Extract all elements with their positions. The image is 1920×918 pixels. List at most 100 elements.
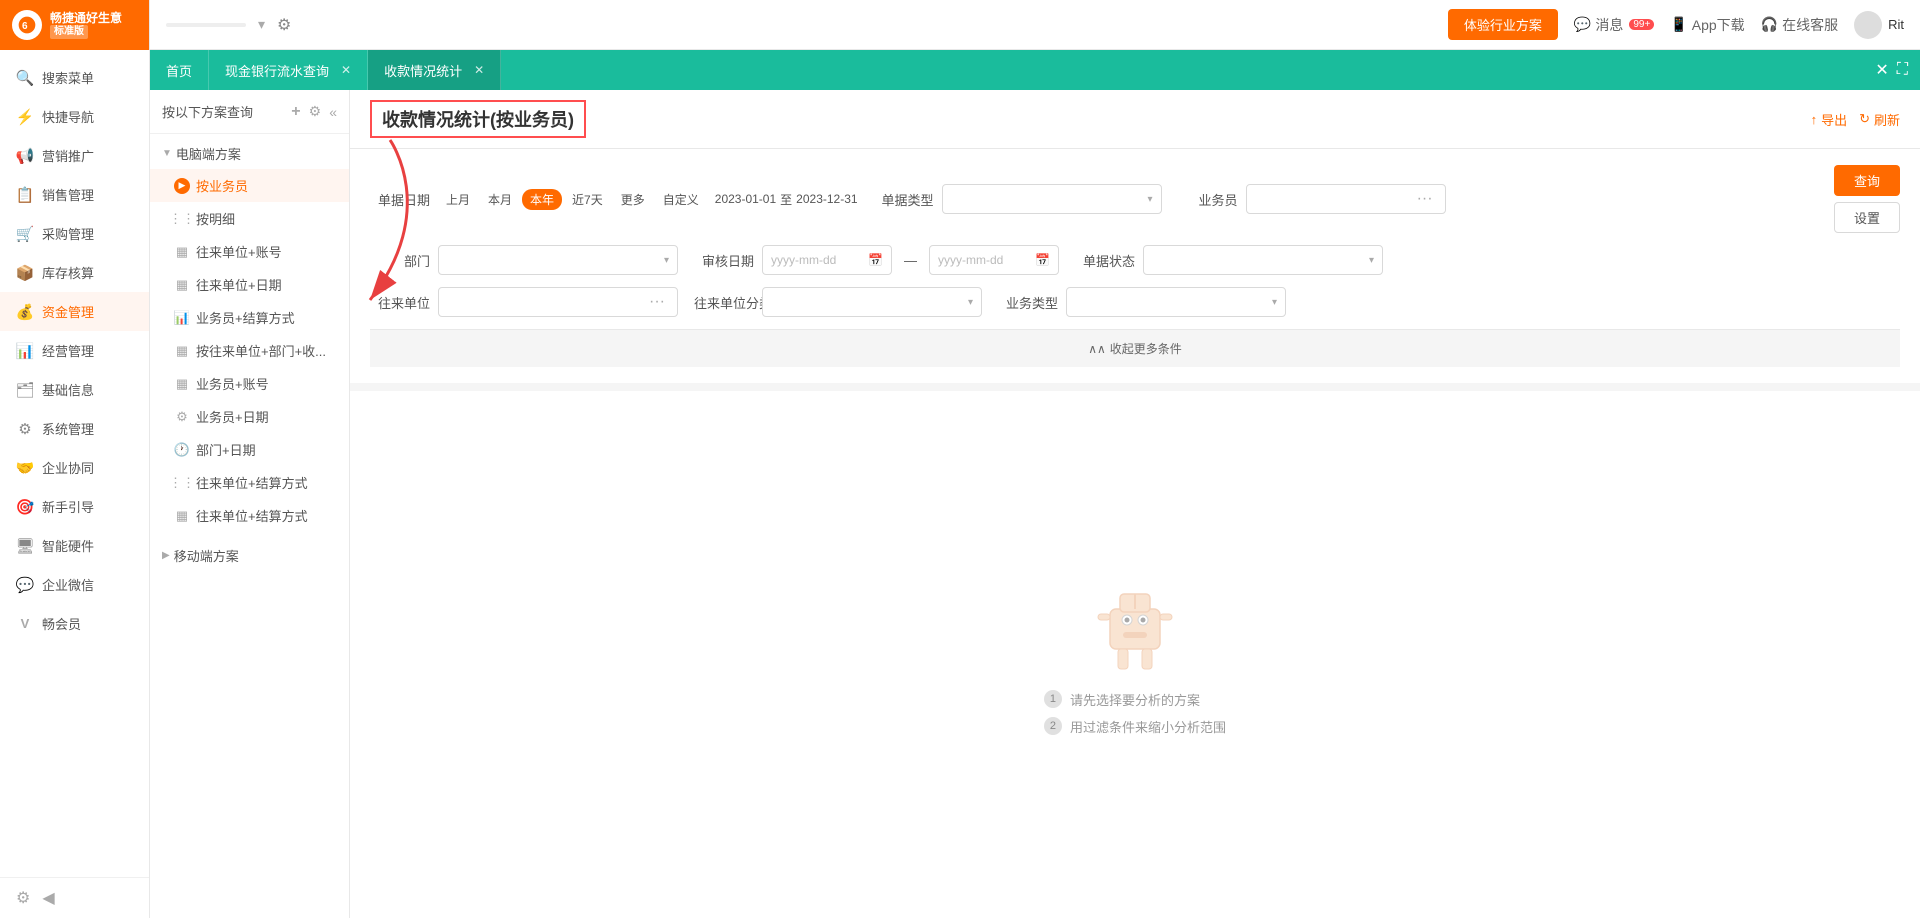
mobile-section-title[interactable]: ▶ 移动端方案 bbox=[150, 540, 349, 571]
plan-item-salesman-date[interactable]: ⚙ 业务员+日期 bbox=[150, 400, 349, 433]
plan-item-label-partner-dept: 按往来单位+部门+收... bbox=[196, 341, 326, 360]
plan-item-dept-date[interactable]: 🕐 部门+日期 bbox=[150, 433, 349, 466]
shortcut-this-year[interactable]: 本年 bbox=[522, 189, 562, 210]
partner-date-icon: ▦ bbox=[174, 277, 190, 293]
sales-icon: 📋 bbox=[16, 186, 34, 204]
shortcut-7days[interactable]: 近7天 bbox=[564, 189, 611, 210]
salesman-more-dots[interactable]: ··· bbox=[1413, 190, 1437, 208]
sidebar-item-marketing[interactable]: 📢 营销推广 bbox=[0, 136, 149, 175]
sidebar-item-label-enterprise: 企业协同 bbox=[42, 458, 94, 477]
sidebar-item-system[interactable]: ⚙ 系统管理 bbox=[0, 409, 149, 448]
top-header: ▾ ⚙ 体验行业方案 💬 消息 99+ 📱 App下载 🎧 在线客服 Rit bbox=[150, 0, 1920, 50]
shortcut-custom[interactable]: 自定义 bbox=[655, 189, 707, 210]
plan-item-partner-dept[interactable]: ▦ 按往来单位+部门+收... bbox=[150, 334, 349, 367]
guide-icon: 🎯 bbox=[16, 498, 34, 516]
calendar-icon-2[interactable]: 📅 bbox=[1035, 253, 1050, 267]
sidebar-item-guide[interactable]: 🎯 新手引导 bbox=[0, 487, 149, 526]
app-download-area[interactable]: 📱 App下载 bbox=[1670, 15, 1744, 35]
desktop-section-title[interactable]: ▼ 电脑端方案 bbox=[150, 138, 349, 169]
sidebar-item-hardware[interactable]: 🖥 智能硬件 bbox=[0, 526, 149, 565]
tab-home-label: 首页 bbox=[166, 61, 192, 80]
sidebar-item-finance[interactable]: 💰 资金管理 bbox=[0, 292, 149, 331]
sidebar-item-basic[interactable]: 🗂 基础信息 bbox=[0, 370, 149, 409]
service-label: 在线客服 bbox=[1782, 15, 1838, 35]
user-name: Rit bbox=[1888, 17, 1904, 32]
export-button[interactable]: ↑ 导出 bbox=[1811, 110, 1848, 129]
tip-num-1: 1 bbox=[1044, 690, 1062, 708]
tab-bank[interactable]: 现金银行流水查询 ✕ bbox=[209, 50, 368, 90]
purchase-icon: 🛒 bbox=[16, 225, 34, 243]
messages-area[interactable]: 💬 消息 99+ bbox=[1574, 15, 1654, 35]
plan-item-partner-account[interactable]: ▦ 往来单位+账号 bbox=[150, 235, 349, 268]
sidebar-item-inventory[interactable]: 📦 库存核算 bbox=[0, 253, 149, 292]
partner-select[interactable]: ··· bbox=[438, 287, 678, 317]
doc-type-select[interactable]: ▾ bbox=[942, 184, 1162, 214]
sidebar-item-quick[interactable]: ⚡ 快捷导航 bbox=[0, 97, 149, 136]
page-container: 按以下方案查询 + ⚙ « ▼ 电脑端方案 ▶ 按业务员 ⋮⋮ bbox=[150, 90, 1920, 918]
filter-row-1: 单据日期 上月 本月 本年 近7天 更多 自定义 2023-01-01 至 bbox=[370, 165, 1900, 233]
sidebar-item-sales[interactable]: 📋 销售管理 bbox=[0, 175, 149, 214]
partner-more-dots[interactable]: ··· bbox=[645, 293, 669, 311]
finance-icon: 💰 bbox=[16, 303, 34, 321]
close-window-icon[interactable]: ✕ bbox=[1875, 60, 1888, 80]
shortcut-more[interactable]: 更多 bbox=[613, 189, 653, 210]
sidebar-item-enterprise[interactable]: 🤝 企业协同 bbox=[0, 448, 149, 487]
export-label: 导出 bbox=[1821, 110, 1847, 129]
user-avatar bbox=[1854, 11, 1882, 39]
service-area[interactable]: 🎧 在线客服 bbox=[1761, 15, 1838, 35]
dept-select[interactable]: ▾ bbox=[438, 245, 678, 275]
plan-item-salesman-settlement[interactable]: 📊 业务员+结算方式 bbox=[150, 301, 349, 334]
dropdown-icon[interactable]: ▾ bbox=[258, 16, 265, 33]
plan-settings-icon[interactable]: ⚙ bbox=[309, 103, 322, 120]
tab-bank-close[interactable]: ✕ bbox=[341, 63, 351, 77]
query-button[interactable]: 查询 bbox=[1834, 165, 1900, 196]
plan-item-detail[interactable]: ⋮⋮ 按明细 bbox=[150, 202, 349, 235]
search-icon: 🔍 bbox=[16, 69, 34, 87]
trial-button[interactable]: 体验行业方案 bbox=[1448, 9, 1558, 40]
biz-type-select[interactable]: ▾ bbox=[1066, 287, 1286, 317]
collapse-panel-icon[interactable]: « bbox=[329, 104, 337, 120]
sidebar-item-label-quick: 快捷导航 bbox=[42, 107, 94, 126]
salesman-label: 业务员 bbox=[1178, 190, 1238, 209]
plan-item-salesman-account[interactable]: ▦ 业务员+账号 bbox=[150, 367, 349, 400]
collapse-button[interactable]: ∧∧ 收起更多条件 bbox=[1088, 340, 1182, 357]
review-date-from[interactable]: yyyy-mm-dd 📅 bbox=[762, 245, 892, 275]
setting-button[interactable]: 设置 bbox=[1834, 202, 1900, 233]
plan-item-partner-settlement1[interactable]: ⋮⋮ 往来单位+结算方式 bbox=[150, 466, 349, 499]
collapse-sidebar-icon[interactable]: ◀ bbox=[42, 888, 54, 908]
doc-status-select[interactable]: ▾ bbox=[1143, 245, 1383, 275]
user-area[interactable]: Rit bbox=[1854, 11, 1904, 39]
system-icon: ⚙ bbox=[16, 420, 34, 438]
tab-home[interactable]: 首页 bbox=[150, 50, 209, 90]
refresh-button[interactable]: ↻ 刷新 bbox=[1859, 110, 1900, 129]
gear-icon[interactable]: ⚙ bbox=[277, 15, 291, 35]
plan-item-partner-date[interactable]: ▦ 往来单位+日期 bbox=[150, 268, 349, 301]
tab-receipt[interactable]: 收款情况统计 ✕ bbox=[368, 50, 501, 90]
review-date-to[interactable]: yyyy-mm-dd 📅 bbox=[929, 245, 1059, 275]
sidebar-item-purchase[interactable]: 🛒 采购管理 bbox=[0, 214, 149, 253]
settings-bottom-icon[interactable]: ⚙ bbox=[16, 888, 30, 908]
calendar-icon-1[interactable]: 📅 bbox=[868, 253, 883, 267]
salesman-select[interactable]: ··· bbox=[1246, 184, 1446, 214]
collapse-bar[interactable]: ∧∧ 收起更多条件 bbox=[370, 329, 1900, 367]
sidebar-item-search[interactable]: 🔍 搜索菜单 bbox=[0, 58, 149, 97]
doc-status-filter-item: 单据状态 ▾ bbox=[1075, 245, 1383, 275]
page-title-bar: 收款情况统计(按业务员) ↑ 导出 ↻ 刷新 bbox=[350, 90, 1920, 149]
sidebar-item-label-purchase: 采购管理 bbox=[42, 224, 94, 243]
partner-class-select[interactable]: ▾ bbox=[762, 287, 982, 317]
sidebar: 6 畅捷通好生意 标准版 🔍 搜索菜单 ⚡ 快捷导航 📢 营销推广 📋 销售管理… bbox=[0, 0, 150, 918]
sidebar-item-member[interactable]: V 畅会员 bbox=[0, 604, 149, 643]
shortcut-last-month[interactable]: 上月 bbox=[438, 189, 478, 210]
plan-item-partner-settlement2[interactable]: ▦ 往来单位+结算方式 bbox=[150, 499, 349, 532]
plan-item-salesman[interactable]: ▶ 按业务员 bbox=[150, 169, 349, 202]
tab-receipt-close[interactable]: ✕ bbox=[474, 63, 484, 77]
add-plan-icon[interactable]: + bbox=[291, 103, 300, 121]
collapse-up-icon: ∧∧ bbox=[1088, 342, 1106, 356]
sidebar-item-operation[interactable]: 📊 经营管理 bbox=[0, 331, 149, 370]
shortcut-this-month[interactable]: 本月 bbox=[480, 189, 520, 210]
sidebar-item-wechat[interactable]: 💬 企业微信 bbox=[0, 565, 149, 604]
tab-bar: 首页 现金银行流水查询 ✕ 收款情况统计 ✕ ✕ ⛶ bbox=[150, 50, 1920, 90]
enterprise-icon: 🤝 bbox=[16, 459, 34, 477]
biz-type-arrow: ▾ bbox=[1272, 297, 1277, 308]
maximize-window-icon[interactable]: ⛶ bbox=[1897, 61, 1908, 79]
